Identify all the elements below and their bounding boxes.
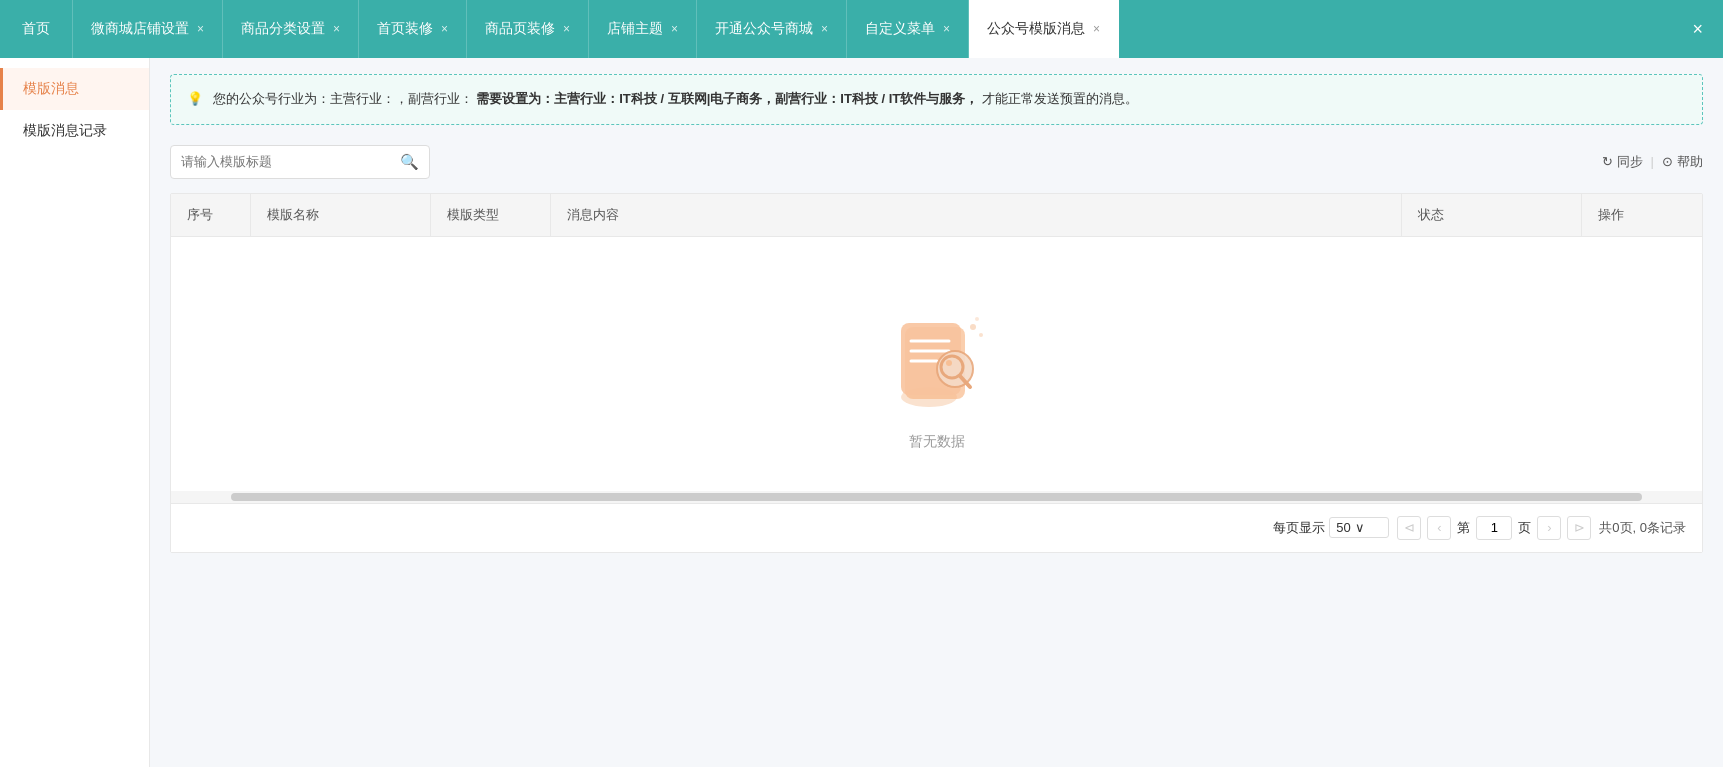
first-page-button[interactable]: ⊲ [1397, 516, 1421, 540]
prev-page-button[interactable]: ‹ [1427, 516, 1451, 540]
sidebar-item-template-msg[interactable]: 模版消息 [0, 68, 149, 110]
chevron-down-icon: ∨ [1355, 520, 1365, 535]
svg-point-11 [979, 333, 983, 337]
tab-home[interactable]: 首页 [0, 0, 73, 58]
search-icon[interactable]: 🔍 [400, 153, 419, 171]
sync-button[interactable]: ↻ 同步 [1602, 153, 1643, 171]
svg-point-12 [975, 317, 979, 321]
pagination: 每页显示 50 ∨ ⊲ ‹ 第 页 › ⊳ 共0页, 0条记录 [171, 503, 1702, 552]
tab-product-decor[interactable]: 商品页装修 × [467, 0, 589, 58]
tab-product-decor-label: 商品页装修 [485, 20, 555, 38]
col-index: 序号 [171, 194, 251, 236]
sidebar-item-template-msg-log-label: 模版消息记录 [23, 122, 107, 138]
per-page-select: 每页显示 50 ∨ [1273, 517, 1389, 538]
tab-homepage-decor-label: 首页装修 [377, 20, 433, 38]
tab-custom-menu[interactable]: 自定义菜单 × [847, 0, 969, 58]
col-name: 模版名称 [251, 194, 431, 236]
col-action: 操作 [1582, 194, 1702, 236]
tab-custom-menu-close[interactable]: × [943, 22, 950, 36]
sidebar: 模版消息 模版消息记录 [0, 58, 150, 767]
tab-category-close[interactable]: × [333, 22, 340, 36]
tab-open-mall-close[interactable]: × [821, 22, 828, 36]
tab-product-decor-close[interactable]: × [563, 22, 570, 36]
sidebar-item-template-msg-log[interactable]: 模版消息记录 [0, 110, 149, 152]
search-actions: ↻ 同步 | ⊙ 帮助 [1602, 153, 1703, 171]
empty-icon [877, 297, 997, 417]
tab-homepage-decor[interactable]: 首页装修 × [359, 0, 467, 58]
notice-highlight: 需要设置为：主营行业：IT科技 / 互联网|电子商务，副营行业：IT科技 / I… [476, 91, 978, 106]
search-input[interactable] [181, 154, 400, 169]
page-nav: ⊲ ‹ 第 页 › ⊳ [1397, 516, 1591, 540]
tab-category[interactable]: 商品分类设置 × [223, 0, 359, 58]
layout: 模版消息 模版消息记录 💡 您的公众号行业为：主营行业：，副营行业： 需要设置为… [0, 58, 1723, 767]
main-content: 💡 您的公众号行业为：主营行业：，副营行业： 需要设置为：主营行业：IT科技 /… [150, 58, 1723, 767]
tab-shop-settings-close[interactable]: × [197, 22, 204, 36]
sync-icon: ↻ [1602, 154, 1613, 169]
tab-shop-theme[interactable]: 店铺主题 × [589, 0, 697, 58]
page-label: 第 [1457, 519, 1470, 537]
notice-icon: 💡 [187, 91, 203, 106]
col-content: 消息内容 [551, 194, 1402, 236]
tab-homepage-decor-close[interactable]: × [441, 22, 448, 36]
tab-template-msg-label: 公众号模版消息 [987, 20, 1085, 38]
tab-shop-settings-label: 微商城店铺设置 [91, 20, 189, 38]
tab-template-msg[interactable]: 公众号模版消息 × [969, 0, 1119, 58]
help-icon: ⊙ [1662, 154, 1673, 169]
empty-text: 暂无数据 [909, 433, 965, 451]
tab-shop-settings[interactable]: 微商城店铺设置 × [73, 0, 223, 58]
last-page-button[interactable]: ⊳ [1567, 516, 1591, 540]
next-page-button[interactable]: › [1537, 516, 1561, 540]
notice-box: 💡 您的公众号行业为：主营行业：，副营行业： 需要设置为：主营行业：IT科技 /… [170, 74, 1703, 125]
sync-label: 同步 [1617, 153, 1643, 171]
svg-point-9 [946, 360, 952, 366]
help-label: 帮助 [1677, 153, 1703, 171]
tab-category-label: 商品分类设置 [241, 20, 325, 38]
page-unit: 页 [1518, 519, 1531, 537]
svg-point-10 [970, 324, 976, 330]
tab-bar-close-all[interactable]: × [1672, 19, 1723, 40]
per-page-value: 50 [1336, 520, 1350, 535]
tab-open-mall[interactable]: 开通公众号商城 × [697, 0, 847, 58]
tab-home-label: 首页 [22, 20, 50, 38]
tab-bar: 首页 微商城店铺设置 × 商品分类设置 × 首页装修 × 商品页装修 × 店铺主… [0, 0, 1723, 58]
tab-open-mall-label: 开通公众号商城 [715, 20, 813, 38]
tab-custom-menu-label: 自定义菜单 [865, 20, 935, 38]
horizontal-scrollbar[interactable] [171, 491, 1702, 503]
tab-shop-theme-label: 店铺主题 [607, 20, 663, 38]
tab-template-msg-close[interactable]: × [1093, 22, 1100, 36]
table-wrap: 序号 模版名称 模版类型 消息内容 状态 操作 [170, 193, 1703, 553]
col-status: 状态 [1402, 194, 1582, 236]
search-input-wrap: 🔍 [170, 145, 430, 179]
notice-prefix: 您的公众号行业为：主营行业：，副营行业： [213, 91, 473, 106]
divider: | [1651, 154, 1654, 169]
tab-shop-theme-close[interactable]: × [671, 22, 678, 36]
help-button[interactable]: ⊙ 帮助 [1662, 153, 1703, 171]
col-type: 模版类型 [431, 194, 551, 236]
per-page-label: 每页显示 [1273, 519, 1325, 537]
sidebar-item-template-msg-label: 模版消息 [23, 80, 79, 96]
notice-suffix: 才能正常发送预置的消息。 [982, 91, 1138, 106]
search-bar: 🔍 ↻ 同步 | ⊙ 帮助 [170, 145, 1703, 179]
table-header: 序号 模版名称 模版类型 消息内容 状态 操作 [171, 194, 1702, 237]
total-info: 共0页, 0条记录 [1599, 519, 1686, 537]
page-input[interactable] [1476, 516, 1512, 540]
per-page-dropdown[interactable]: 50 ∨ [1329, 517, 1389, 538]
empty-state: 暂无数据 [171, 237, 1702, 491]
scrollbar-thumb[interactable] [231, 493, 1642, 501]
